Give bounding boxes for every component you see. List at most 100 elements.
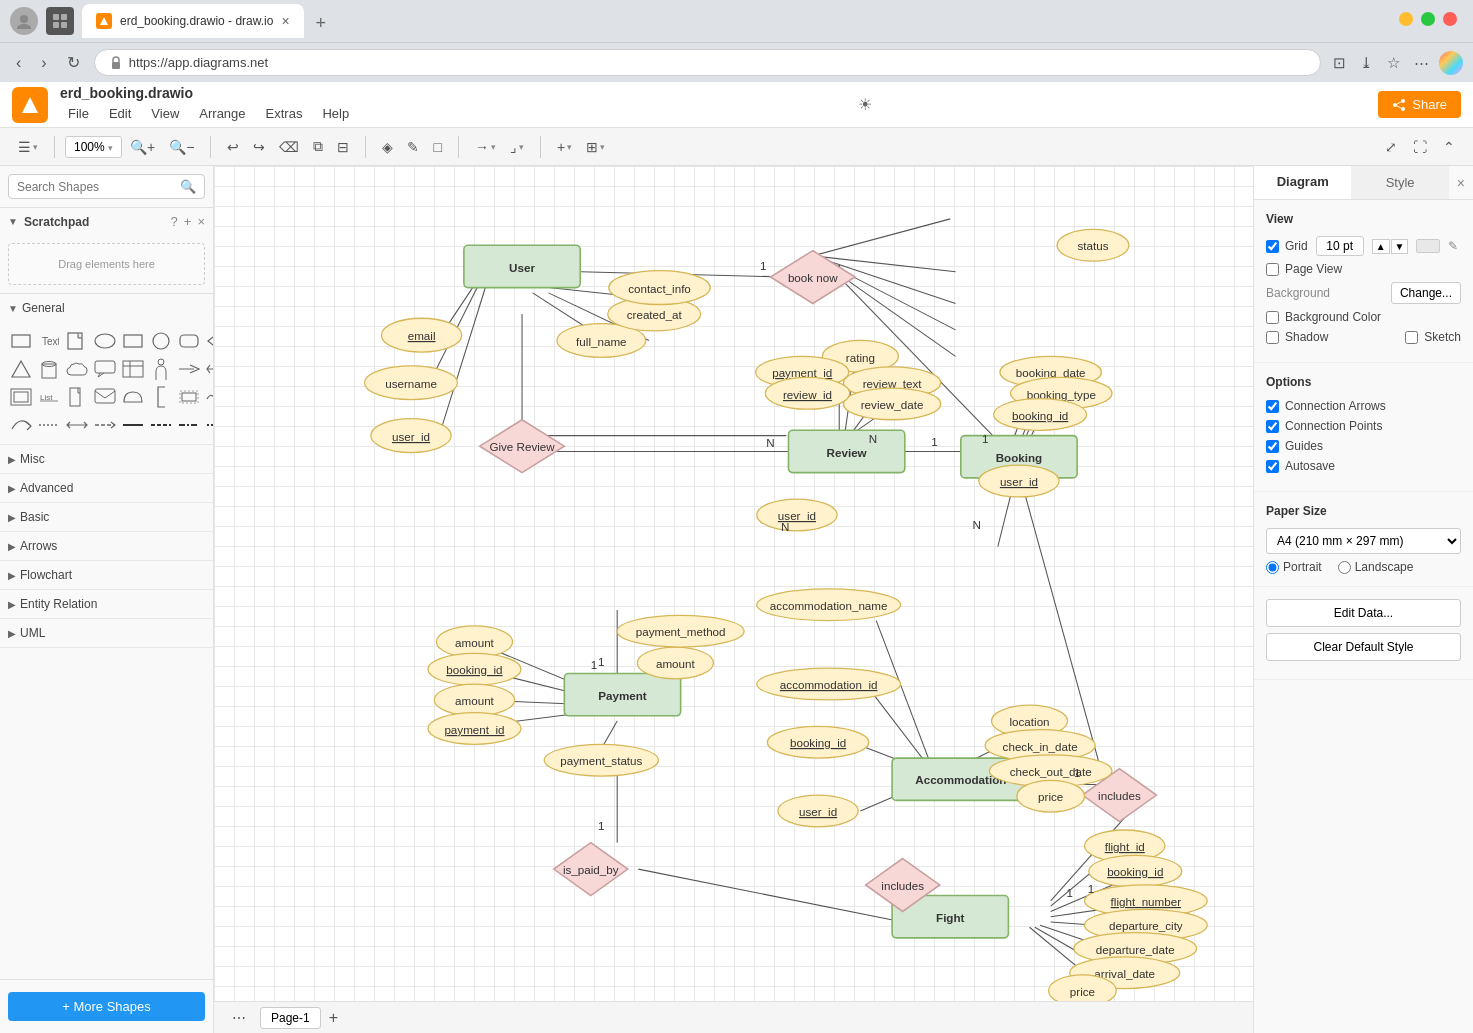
shape-callout[interactable] [92, 356, 118, 382]
new-tab-button[interactable]: + [308, 9, 335, 38]
uml-section-header[interactable]: ▶ UML [0, 619, 213, 647]
shape-arrow-left-right[interactable] [64, 412, 90, 438]
shape-triangle[interactable] [8, 356, 34, 382]
paste-button[interactable]: ⊟ [331, 135, 355, 159]
shape-person[interactable] [148, 356, 174, 382]
shape-double-dash[interactable] [204, 412, 213, 438]
shape-button[interactable]: □ [427, 135, 447, 159]
undo-button[interactable]: ↩ [221, 135, 245, 159]
misc-section-header[interactable]: ▶ Misc [0, 445, 213, 473]
shape-bracket[interactable] [148, 384, 174, 410]
arrows-section-header[interactable]: ▶ Arrows [0, 532, 213, 560]
save-page-button[interactable]: ⤓ [1356, 50, 1377, 76]
basic-section-header[interactable]: ▶ Basic [0, 503, 213, 531]
grid-size-down[interactable]: ▼ [1391, 239, 1409, 254]
shape-half-circle[interactable] [120, 384, 146, 410]
redo-button[interactable]: ↪ [247, 135, 271, 159]
menu-file[interactable]: File [60, 102, 97, 125]
shape-rect3[interactable] [176, 384, 202, 410]
shape-arrow-right[interactable] [176, 356, 202, 382]
grid-checkbox[interactable] [1266, 240, 1279, 253]
browser-tab[interactable]: erd_booking.drawio - draw.io × [82, 4, 304, 38]
landscape-radio[interactable] [1338, 561, 1351, 574]
reload-button[interactable]: ↻ [61, 49, 86, 76]
paper-size-select[interactable]: A4 (210 mm × 297 mm) [1266, 528, 1461, 554]
connection-style-button[interactable]: → ▾ [469, 135, 502, 159]
stroke-button[interactable]: ✎ [401, 135, 425, 159]
address-bar[interactable]: https://app.diagrams.net [94, 49, 1321, 76]
menu-edit[interactable]: Edit [101, 102, 139, 125]
waypoint-button[interactable]: ⌟ ▾ [504, 135, 530, 159]
scratchpad-add-button[interactable]: + [184, 214, 192, 229]
grid-edit-button[interactable]: ✎ [1448, 239, 1458, 253]
tabs-icon[interactable] [46, 7, 74, 35]
forward-button[interactable]: › [35, 50, 52, 76]
shape-curve-arrow[interactable] [8, 412, 34, 438]
portrait-radio[interactable] [1266, 561, 1279, 574]
shape-dash-line[interactable] [36, 412, 62, 438]
tab-close-button[interactable]: × [281, 13, 289, 29]
scratchpad-close-button[interactable]: × [197, 214, 205, 229]
maximize-button[interactable] [1421, 12, 1435, 26]
settings-button[interactable]: ☀ [854, 91, 876, 118]
page-options-button[interactable]: ⋯ [226, 1006, 252, 1030]
shape-wave[interactable] [204, 384, 213, 410]
background-color-checkbox[interactable] [1266, 311, 1279, 324]
shape-rect2[interactable] [120, 328, 146, 354]
collapse-toolbar-button[interactable]: ⌃ [1437, 135, 1461, 159]
menu-arrange[interactable]: Arrange [191, 102, 253, 125]
tab-style[interactable]: Style [1351, 166, 1448, 199]
shape-cloud[interactable] [64, 356, 90, 382]
fill-button[interactable]: ◈ [376, 135, 399, 159]
shape-line-dotted[interactable] [92, 412, 118, 438]
zoom-display[interactable]: 100% ▾ [65, 136, 122, 158]
zoom-in-button[interactable]: 🔍+ [124, 135, 161, 159]
guides-checkbox[interactable] [1266, 440, 1279, 453]
page-view-checkbox[interactable] [1266, 263, 1279, 276]
shape-msg[interactable] [92, 384, 118, 410]
shape-rounded-rect[interactable] [176, 328, 202, 354]
bookmark-button[interactable]: ☆ [1383, 50, 1404, 76]
scratchpad-help-button[interactable]: ? [171, 214, 178, 229]
shape-rectangle[interactable] [8, 328, 34, 354]
share-button[interactable]: Diagram Share [1378, 91, 1461, 118]
shape-solid-line[interactable] [120, 412, 146, 438]
connection-points-checkbox[interactable] [1266, 420, 1279, 433]
shape-table[interactable] [120, 356, 146, 382]
close-button[interactable] [1443, 12, 1457, 26]
search-shapes-input[interactable]: 🔍 [8, 174, 205, 199]
menu-help[interactable]: Help [314, 102, 357, 125]
shape-rect-sub[interactable] [8, 384, 34, 410]
insert-button[interactable]: + ▾ [551, 135, 578, 159]
delete-button[interactable]: ⌫ [273, 135, 305, 159]
entity-relation-section-header[interactable]: ▶ Entity Relation [0, 590, 213, 618]
shadow-checkbox[interactable] [1266, 331, 1279, 344]
autosave-checkbox[interactable] [1266, 460, 1279, 473]
browser-profile-button[interactable] [1439, 51, 1463, 75]
zoom-out-button[interactable]: 🔍− [163, 135, 200, 159]
add-page-button[interactable]: + [329, 1009, 338, 1027]
shape-text2[interactable]: List [36, 384, 62, 410]
scratchpad-header[interactable]: ▼ Scratchpad ? + × [0, 208, 213, 235]
shape-double-arrow[interactable] [204, 356, 213, 382]
menu-extras[interactable]: Extras [258, 102, 311, 125]
clear-default-style-button[interactable]: Clear Default Style [1266, 633, 1461, 661]
flowchart-section-header[interactable]: ▶ Flowchart [0, 561, 213, 589]
edit-data-button[interactable]: Edit Data... [1266, 599, 1461, 627]
shape-diamond[interactable] [204, 328, 213, 354]
canvas-area[interactable]: 1 N N [214, 166, 1253, 1033]
more-options-button[interactable]: ⋯ [1410, 50, 1433, 76]
right-panel-close-button[interactable]: × [1449, 166, 1473, 199]
shape-text[interactable]: Text [36, 328, 62, 354]
full-screen-button[interactable]: ⛶ [1407, 135, 1433, 159]
more-shapes-button[interactable]: + More Shapes [8, 992, 205, 1021]
shape-note[interactable] [64, 328, 90, 354]
sidebar-toggle-button[interactable]: ☰ ▾ [12, 135, 44, 159]
search-field[interactable] [17, 180, 174, 194]
page-tab[interactable]: Page-1 [260, 1007, 321, 1029]
back-button[interactable]: ‹ [10, 50, 27, 76]
grid-size-up[interactable]: ▲ [1372, 239, 1390, 254]
menu-view[interactable]: View [143, 102, 187, 125]
grid-color-box[interactable] [1416, 239, 1440, 253]
shape-circle[interactable] [148, 328, 174, 354]
